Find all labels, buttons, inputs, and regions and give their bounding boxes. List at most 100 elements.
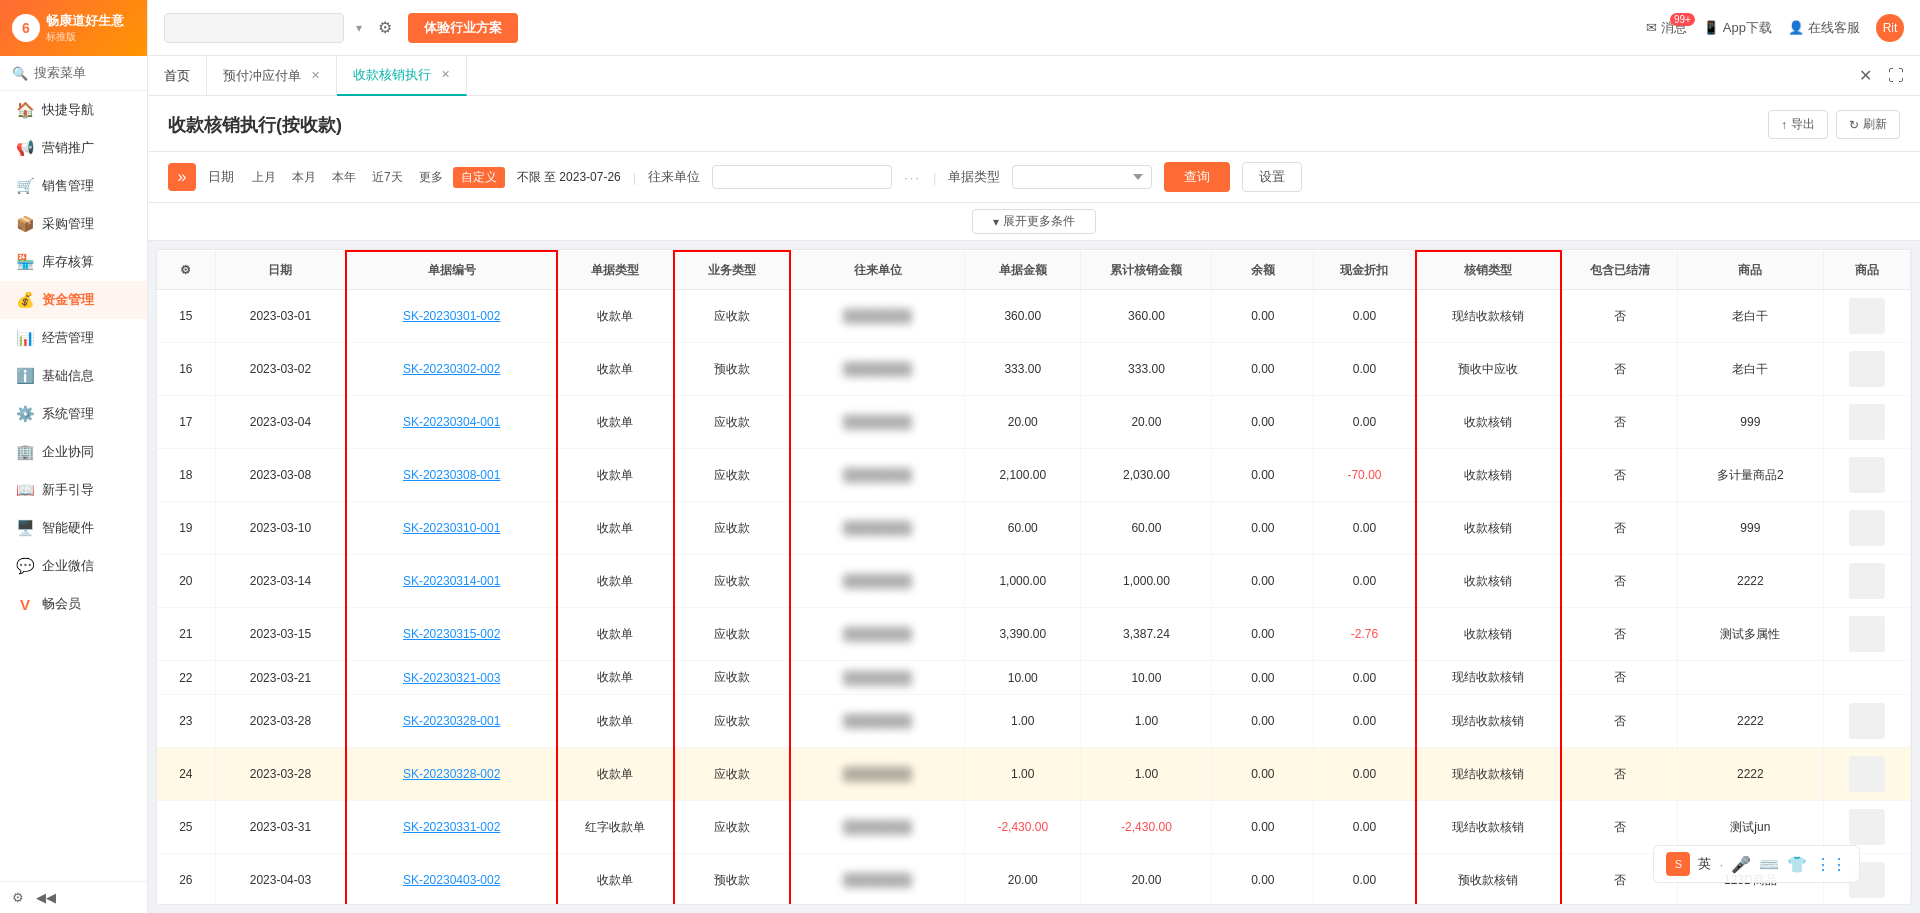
table-row[interactable]: 17 2023-03-04 SK-20230304-001 收款单 应收款 ██…: [157, 396, 1911, 449]
sidebar-item-label: 库存核算: [42, 253, 94, 271]
cell-biztype: 预收款: [674, 343, 790, 396]
date-this-month-btn[interactable]: 本月: [286, 167, 322, 188]
home-icon: 🏠: [16, 101, 34, 119]
top-header: ▾ ⚙ 体验行业方案 ✉ 消息 99+ 📱 App下载 👤 在线客服 Rit: [148, 0, 1920, 56]
cell-cumamt: 20.00: [1081, 854, 1212, 906]
cell-no: 21: [157, 608, 215, 661]
sidebar-item-enterprise[interactable]: 🏢 企业协同: [0, 433, 147, 471]
cell-goodsthumb: [1823, 695, 1910, 748]
expand-icon: ▾: [993, 215, 999, 229]
sidebar-item-quick-nav[interactable]: 🏠 快捷导航: [0, 91, 147, 129]
cell-cumamt: 1.00: [1081, 695, 1212, 748]
cell-includeclear: 否: [1561, 343, 1677, 396]
setting-button[interactable]: 设置: [1242, 162, 1302, 192]
sidebar-item-hardware[interactable]: 🖥️ 智能硬件: [0, 509, 147, 547]
collapse-icon[interactable]: ◀◀: [36, 890, 56, 905]
cell-cumamt: 333.00: [1081, 343, 1212, 396]
user-avatar[interactable]: Rit: [1876, 14, 1904, 42]
tab-home[interactable]: 首页: [148, 56, 207, 96]
date-more-btn[interactable]: 更多: [413, 167, 449, 188]
col-header-doctype: 单据类型: [557, 251, 673, 290]
cell-balance: 0.00: [1212, 854, 1314, 906]
filter-toggle-button[interactable]: »: [168, 163, 196, 191]
refresh-button[interactable]: ↻ 刷新: [1836, 110, 1900, 139]
sidebar-item-marketing[interactable]: 📢 营销推广: [0, 129, 147, 167]
sidebar-item-system[interactable]: ⚙️ 系统管理: [0, 395, 147, 433]
partner-dots-icon[interactable]: ···: [904, 170, 921, 185]
toggle-icon: »: [178, 168, 187, 186]
date-last-7days-btn[interactable]: 近7天: [366, 167, 409, 188]
table-row[interactable]: 15 2023-03-01 SK-20230301-002 收款单 应收款 ██…: [157, 290, 1911, 343]
col-header-cumamt: 累计核销金额: [1081, 251, 1212, 290]
tab-close-all-icon[interactable]: ✕: [1855, 62, 1876, 89]
table-row[interactable]: 26 2023-04-03 SK-20230403-002 收款单 预收款 ██…: [157, 854, 1911, 906]
expand-conditions-button[interactable]: ▾ 展开更多条件: [972, 209, 1096, 234]
breadcrumb-input[interactable]: [164, 13, 344, 43]
operations-icon: 📊: [16, 329, 34, 347]
table-row[interactable]: 20 2023-03-14 SK-20230314-001 收款单 应收款 ██…: [157, 555, 1911, 608]
date-last-month-btn[interactable]: 上月: [246, 167, 282, 188]
date-custom-btn[interactable]: 自定义: [453, 167, 505, 188]
table-row[interactable]: 23 2023-03-28 SK-20230328-001 收款单 应收款 ██…: [157, 695, 1911, 748]
table-row[interactable]: 24 2023-03-28 SK-20230328-002 收款单 应收款 ██…: [157, 748, 1911, 801]
sidebar-item-wechat[interactable]: 💬 企业微信: [0, 547, 147, 585]
table-row[interactable]: 22 2023-03-21 SK-20230321-003 收款单 应收款 ██…: [157, 661, 1911, 695]
sidebar-item-inventory[interactable]: 🏪 库存核算: [0, 243, 147, 281]
cell-verifytype: 收款核销: [1416, 555, 1562, 608]
cell-doctype: 收款单: [557, 854, 673, 906]
cell-includeclear: 否: [1561, 555, 1677, 608]
doc-type-select[interactable]: [1012, 165, 1152, 189]
table-row[interactable]: 19 2023-03-10 SK-20230310-001 收款单 应收款 ██…: [157, 502, 1911, 555]
settings-icon[interactable]: ⚙: [12, 890, 24, 905]
cell-balance: 0.00: [1212, 290, 1314, 343]
sidebar-item-operations[interactable]: 📊 经营管理: [0, 319, 147, 357]
cell-includeclear: 否: [1561, 502, 1677, 555]
sidebar-item-purchase[interactable]: 📦 采购管理: [0, 205, 147, 243]
table-row[interactable]: 21 2023-03-15 SK-20230315-002 收款单 应收款 ██…: [157, 608, 1911, 661]
export-button[interactable]: ↑ 导出: [1768, 110, 1828, 139]
sidebar-item-sales[interactable]: 🛒 销售管理: [0, 167, 147, 205]
tab-prepay-bills[interactable]: 预付冲应付单 ✕: [207, 56, 337, 96]
refresh-icon: ↻: [1849, 118, 1859, 132]
cell-includeclear: 否: [1561, 449, 1677, 502]
col-header-settings[interactable]: ⚙: [157, 251, 215, 290]
wm-mic-icon[interactable]: 🎤: [1731, 855, 1751, 874]
cell-cashdiscount: 0.00: [1314, 502, 1416, 555]
table-row[interactable]: 16 2023-03-02 SK-20230302-002 收款单 预收款 ██…: [157, 343, 1911, 396]
breadcrumb-chevron-icon[interactable]: ▾: [356, 21, 362, 35]
tab-maximize-icon[interactable]: ⛶: [1884, 63, 1908, 89]
cell-amount: 1,000.00: [965, 555, 1081, 608]
wm-grid-icon[interactable]: ⋮⋮: [1815, 855, 1847, 874]
table-row[interactable]: 18 2023-03-08 SK-20230308-001 收款单 应收款 ██…: [157, 449, 1911, 502]
member-icon: V: [16, 596, 34, 613]
partner-input[interactable]: [712, 165, 892, 189]
header-gear-icon[interactable]: ⚙: [374, 14, 396, 41]
cell-cashdiscount: 0.00: [1314, 854, 1416, 906]
cell-verifytype: 收款核销: [1416, 449, 1562, 502]
cell-docno: SK-20230315-002: [346, 608, 557, 661]
cell-verifytype: 现结收款核销: [1416, 748, 1562, 801]
query-button[interactable]: 查询: [1164, 162, 1230, 192]
sidebar-search[interactable]: 🔍 搜索菜单: [0, 56, 147, 91]
cell-partner: ████████: [790, 555, 965, 608]
tab-home-label: 首页: [164, 67, 190, 85]
sidebar-item-basic[interactable]: ℹ️ 基础信息: [0, 357, 147, 395]
tab-receipt-close-icon[interactable]: ✕: [441, 68, 450, 81]
sidebar-item-guide[interactable]: 📖 新手引导: [0, 471, 147, 509]
industry-solution-button[interactable]: 体验行业方案: [408, 13, 518, 43]
wm-keyboard-icon[interactable]: ⌨️: [1759, 855, 1779, 874]
tab-prepay-close-icon[interactable]: ✕: [311, 69, 320, 82]
table-row[interactable]: 25 2023-03-31 SK-20230331-002 红字收款单 应收款 …: [157, 801, 1911, 854]
cell-cashdiscount: 0.00: [1314, 343, 1416, 396]
date-filter-label: 日期: [208, 168, 234, 186]
sidebar-item-member[interactable]: V 畅会员: [0, 585, 147, 623]
app-logo-icon: 6: [12, 14, 40, 42]
messages-button[interactable]: ✉ 消息 99+: [1646, 19, 1687, 37]
app-download-button[interactable]: 📱 App下载: [1703, 19, 1772, 37]
online-service-button[interactable]: 👤 在线客服: [1788, 19, 1860, 37]
tab-receipt-verify[interactable]: 收款核销执行 ✕: [337, 56, 467, 96]
wm-shirt-icon[interactable]: 👕: [1787, 855, 1807, 874]
page-header: 收款核销执行(按收款) ↑ 导出 ↻ 刷新: [148, 96, 1920, 152]
sidebar-item-finance[interactable]: 💰 资金管理: [0, 281, 147, 319]
date-this-year-btn[interactable]: 本年: [326, 167, 362, 188]
